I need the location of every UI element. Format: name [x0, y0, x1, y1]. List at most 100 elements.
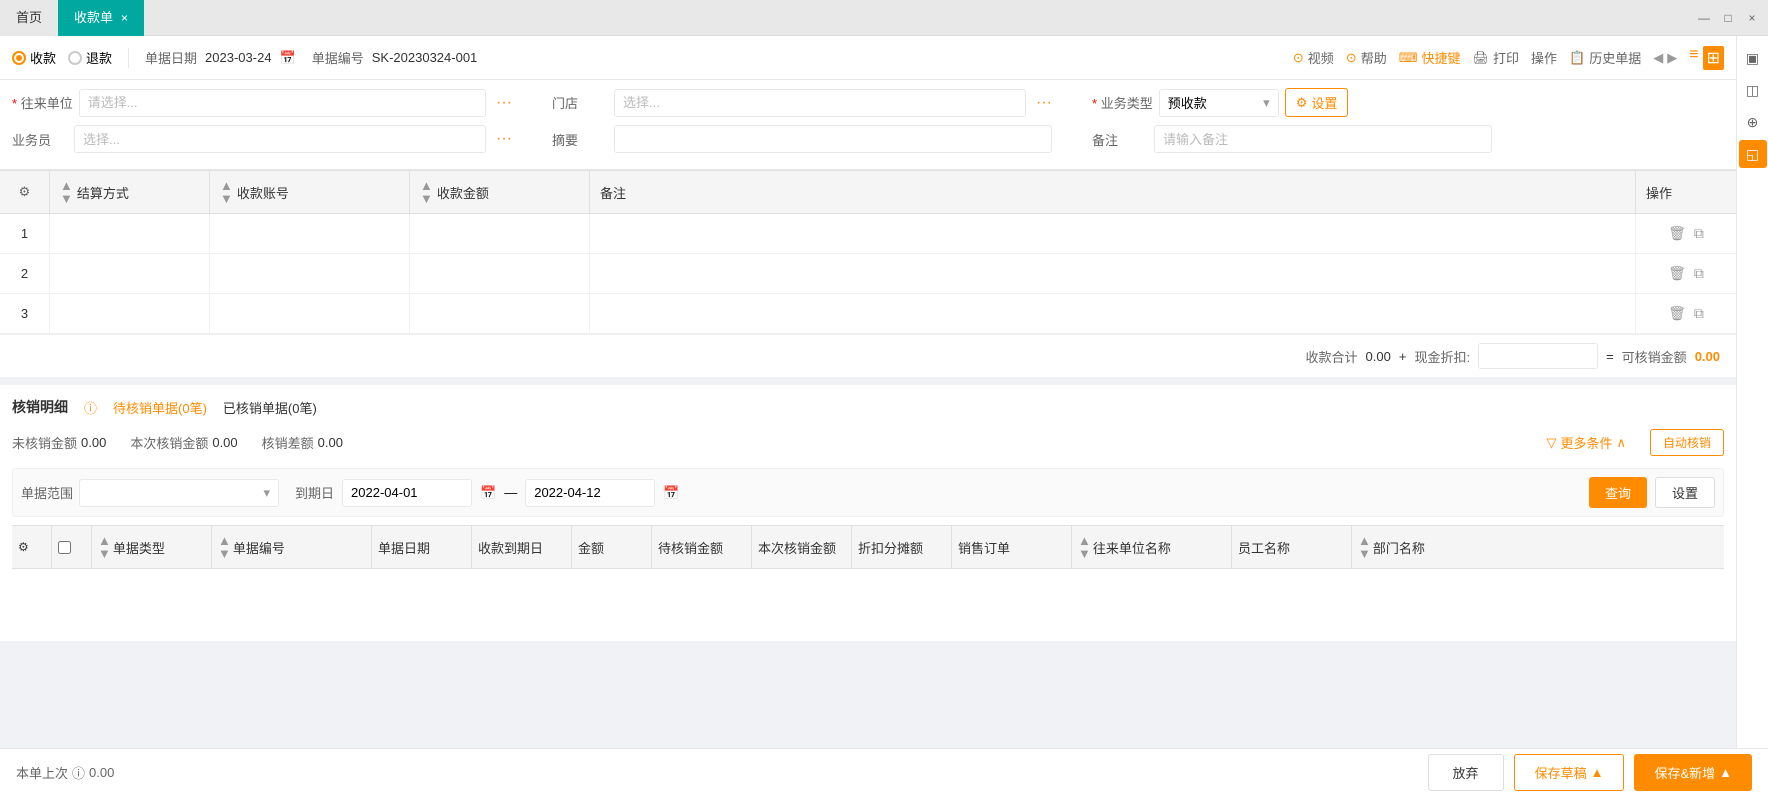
radio-refund[interactable]: 退款 — [68, 48, 112, 67]
print-icon: 🖨 — [1473, 50, 1490, 66]
bottom-th-checkbox[interactable] — [52, 526, 92, 568]
total-label-1: 收款合计 — [1306, 347, 1358, 366]
row-1-settlement[interactable] — [50, 214, 210, 253]
row-1-delete-icon[interactable]: 🗑 — [1668, 225, 1686, 242]
row-1-account[interactable] — [210, 214, 410, 253]
total-row: 收款合计 0.00 + 现金折扣: = 可核销金额 0.00 — [0, 334, 1736, 377]
bottom-table-body — [12, 569, 1724, 629]
minimize-button[interactable]: — — [1696, 10, 1712, 26]
radio-receive[interactable]: 收款 — [12, 48, 56, 67]
verify-title: 核销明细 — [12, 397, 68, 417]
row-3-amount[interactable] — [410, 294, 590, 333]
calendar-icon[interactable]: 📅 — [280, 50, 296, 66]
select-all-checkbox[interactable] — [58, 541, 71, 554]
total-equals: = — [1606, 349, 1614, 364]
bottom-th-settings[interactable]: ⚙ — [12, 526, 52, 568]
range-select[interactable]: ▾ — [79, 479, 279, 507]
more-conditions-button[interactable]: ▽ 更多条件 ∧ — [1546, 433, 1626, 452]
number-label: 单据编号 — [312, 48, 364, 67]
bottom-th-this-amount: 本次核销金额 — [752, 526, 852, 568]
row-3-delete-icon[interactable]: 🗑 — [1668, 305, 1686, 322]
calendar-to-icon[interactable]: 📅 — [663, 485, 679, 501]
query-button[interactable]: 查询 — [1589, 477, 1647, 508]
row-1-actions: 🗑 ⧉ — [1636, 214, 1736, 253]
staff-input[interactable] — [74, 125, 486, 153]
summary-input[interactable] — [614, 125, 1052, 153]
auto-clear-button[interactable]: 自动核销 — [1650, 429, 1724, 456]
save-draft-button[interactable]: 保存草稿 ▲ — [1514, 754, 1625, 791]
print-button[interactable]: 🖨 打印 — [1473, 48, 1520, 67]
list-view-icon[interactable]: ≡ — [1689, 46, 1698, 70]
verify-tab-pending[interactable]: 待核销单据(0笔) — [113, 398, 207, 417]
row-2-delete-icon[interactable]: 🗑 — [1668, 265, 1686, 282]
row-1-copy-icon[interactable]: ⧉ — [1694, 225, 1704, 242]
form-row-2: 业务员 ··· 摘要 备注 — [12, 125, 1724, 153]
abandon-button[interactable]: 放弃 — [1428, 754, 1504, 791]
verify-info-icon[interactable]: ⓘ — [84, 398, 97, 417]
store-more-icon[interactable]: ··· — [1036, 94, 1052, 112]
total-label-2: 现金折扣: — [1414, 347, 1470, 366]
help-icon: ⊙ — [1346, 50, 1357, 66]
row-2-notes[interactable] — [590, 254, 1636, 293]
maximize-button[interactable]: □ — [1720, 10, 1736, 26]
cash-discount-input[interactable] — [1478, 343, 1598, 369]
tab-active[interactable]: 收款单 × — [58, 0, 144, 36]
partner-more-icon[interactable]: ··· — [496, 94, 512, 112]
row-1-notes[interactable] — [590, 214, 1636, 253]
filter-settings-button[interactable]: 设置 — [1655, 477, 1715, 508]
row-3-account[interactable] — [210, 294, 410, 333]
tab-close-icon[interactable]: × — [121, 0, 128, 36]
toolbar-divider-1 — [128, 48, 129, 68]
bottom-th-doc-date: 单据日期 — [372, 526, 472, 568]
sidebar-icon-doc[interactable]: ◫ — [1739, 76, 1767, 104]
staff-more-icon[interactable]: ··· — [496, 130, 512, 148]
date-to-input[interactable] — [525, 479, 655, 507]
window-controls: — □ × — [1696, 10, 1768, 26]
close-button[interactable]: × — [1744, 10, 1760, 26]
history-button[interactable]: 📋 历史单据 — [1569, 48, 1641, 67]
calendar-from-icon[interactable]: 📅 — [480, 485, 496, 501]
footer-value: 0.00 — [89, 765, 114, 780]
range-field: 单据范围 ▾ — [21, 479, 279, 507]
footer-info: 本单上次 ⓘ 0.00 — [16, 763, 114, 782]
row-2-amount[interactable] — [410, 254, 590, 293]
date-from-input[interactable] — [342, 479, 472, 507]
save-new-arrow-icon[interactable]: ▲ — [1719, 765, 1732, 780]
verifiable-amount: 0.00 — [1695, 349, 1720, 364]
save-draft-arrow-icon[interactable]: ▲ — [1591, 765, 1604, 780]
video-button[interactable]: ⊙ 视频 — [1293, 48, 1334, 67]
nav-prev[interactable]: ◀ — [1653, 50, 1663, 66]
notes-input[interactable] — [1154, 125, 1492, 153]
table-settings-icon[interactable]: ⚙ — [0, 171, 50, 213]
business-type-select[interactable]: 预收款 ▾ — [1159, 89, 1279, 117]
tab-home[interactable]: 首页 — [0, 0, 58, 36]
shortcut-button[interactable]: ⌨ 快捷键 — [1399, 48, 1461, 67]
sidebar-icon-attach[interactable]: ⊕ — [1739, 108, 1767, 136]
grid-view-icon[interactable]: ⊞ — [1703, 46, 1724, 70]
partner-field: * 往来单位 ··· — [12, 89, 512, 117]
save-new-button[interactable]: 保存&新增 ▲ — [1634, 754, 1752, 791]
row-3-copy-icon[interactable]: ⧉ — [1694, 305, 1704, 322]
row-3-settlement[interactable] — [50, 294, 210, 333]
staff-field: 业务员 ··· — [12, 125, 512, 153]
nav-next[interactable]: ▶ — [1667, 50, 1677, 66]
sidebar-icon-form[interactable]: ◱ — [1739, 140, 1767, 168]
row-2-settlement[interactable] — [50, 254, 210, 293]
video-icon: ⊙ — [1293, 50, 1304, 66]
help-button[interactable]: ⊙ 帮助 — [1346, 48, 1387, 67]
row-2-copy-icon[interactable]: ⧉ — [1694, 265, 1704, 282]
row-3-notes[interactable] — [590, 294, 1636, 333]
store-input[interactable] — [614, 89, 1026, 117]
verify-tab-done[interactable]: 已核销单据(0笔) — [223, 398, 317, 417]
row-1-amount[interactable] — [410, 214, 590, 253]
date-range-separator: — — [504, 485, 517, 500]
footer-info-icon[interactable]: ⓘ — [72, 763, 85, 782]
sidebar-icon-table[interactable]: ▣ — [1739, 44, 1767, 72]
form-settings-button[interactable]: ⚙ 设置 — [1285, 88, 1349, 117]
business-type-label: * 业务类型 — [1092, 93, 1153, 112]
operation-button[interactable]: 操作 — [1531, 48, 1557, 67]
row-2-account[interactable] — [210, 254, 410, 293]
partner-input[interactable] — [79, 89, 486, 117]
doc-date-group: 单据日期 2023-03-24 📅 — [145, 48, 296, 67]
total-value-1: 0.00 — [1366, 349, 1391, 364]
